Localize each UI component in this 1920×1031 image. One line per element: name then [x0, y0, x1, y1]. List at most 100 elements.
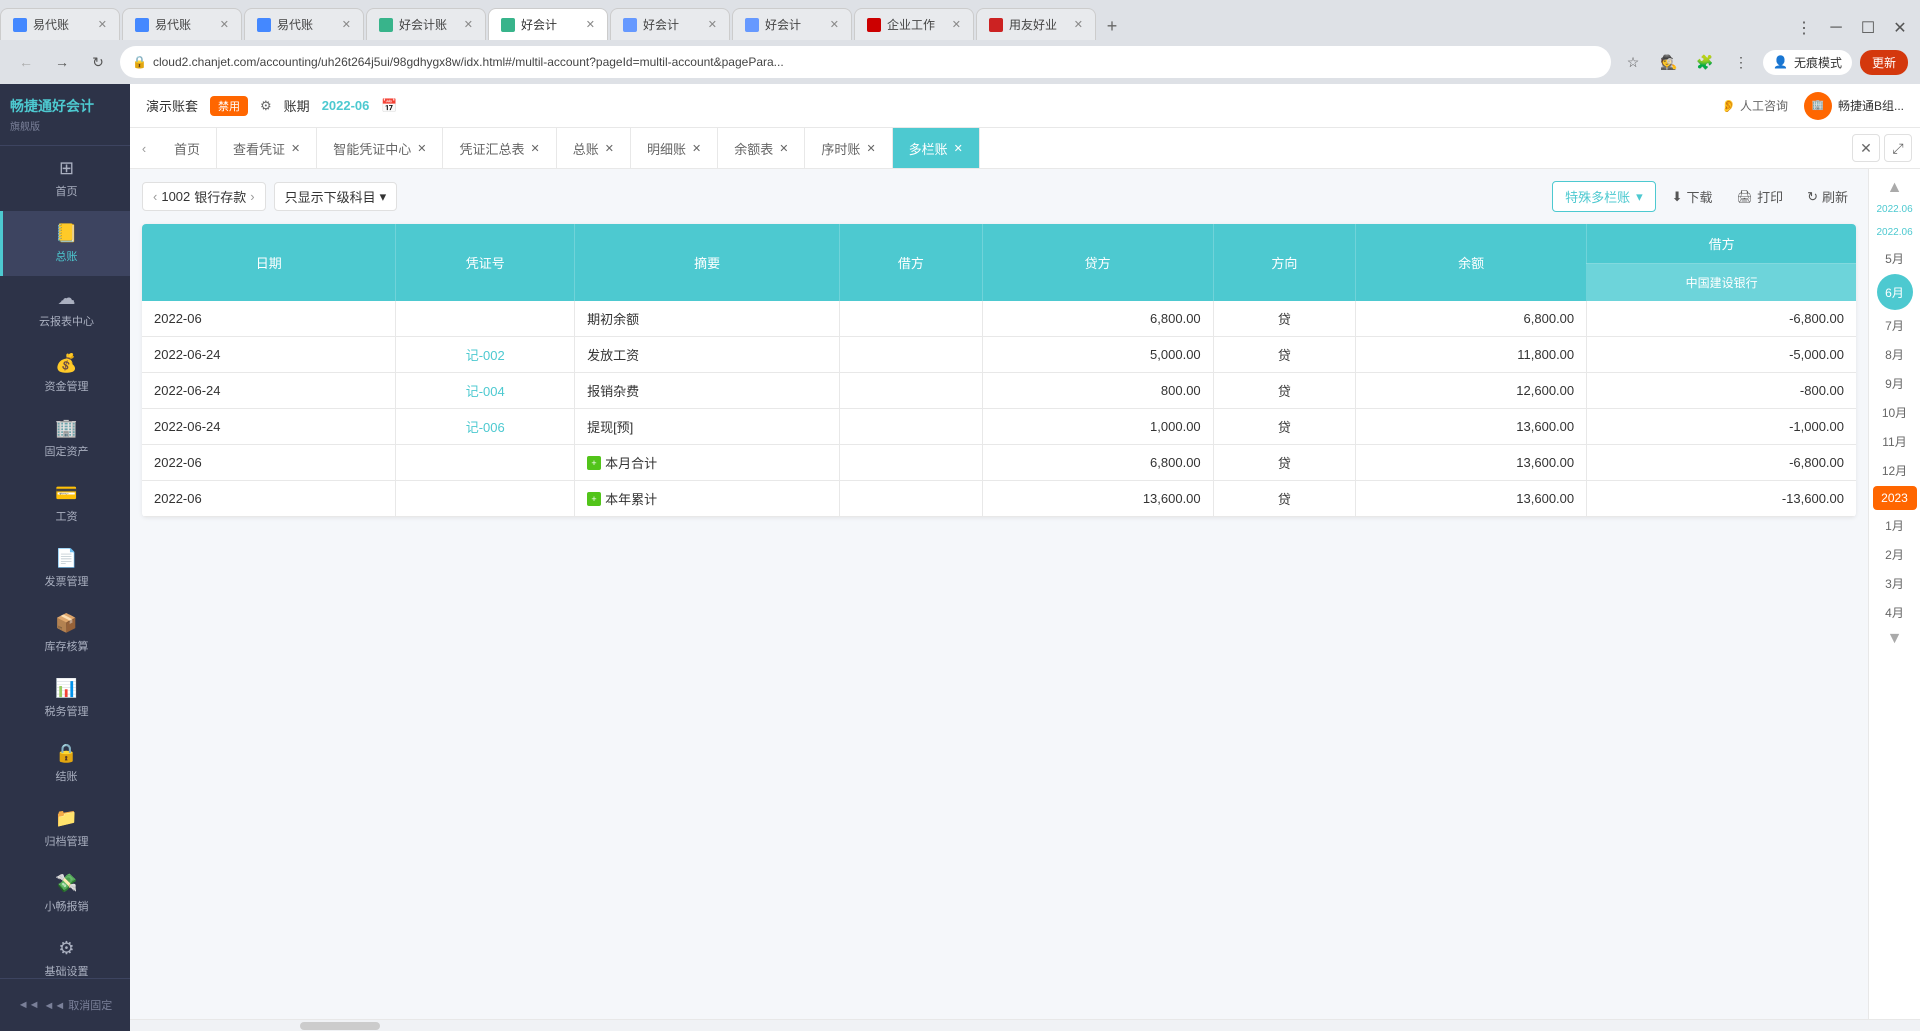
horizontal-scrollbar[interactable] — [300, 1022, 380, 1030]
tab-general-ledger-close[interactable]: ✕ — [605, 142, 614, 155]
tab-close-2[interactable]: ✕ — [220, 18, 229, 31]
print-button[interactable]: 🖨 打印 — [1729, 182, 1792, 211]
demo-badge[interactable]: 禁用 — [210, 96, 248, 116]
month-item-5[interactable]: 5月 — [1873, 245, 1917, 272]
sidebar-item-general-ledger[interactable]: 📒 总账 — [0, 211, 130, 276]
tab-balance-close[interactable]: ✕ — [779, 142, 788, 155]
close-button[interactable]: ✕ — [1888, 16, 1912, 40]
url-bar[interactable]: 🔒 cloud2.chanjet.com/accounting/uh26t264… — [120, 46, 1611, 78]
tab-home[interactable]: 首页 — [158, 128, 217, 168]
sidebar-item-expense[interactable]: 💸 小畅报销 — [0, 861, 130, 926]
tab-voucher-view[interactable]: 查看凭证 ✕ — [217, 128, 317, 168]
extensions-icon[interactable]: 🧩 — [1691, 48, 1719, 76]
cell-voucher-3[interactable]: 记-004 — [396, 373, 575, 409]
month-item-2023-2[interactable]: 2月 — [1873, 541, 1917, 568]
sidebar-item-tax[interactable]: 📊 税务管理 — [0, 666, 130, 731]
month-item-2023-4[interactable]: 4月 — [1873, 599, 1917, 626]
month-item-8[interactable]: 8月 — [1873, 341, 1917, 368]
browser-tab-9[interactable]: 用友好业 ✕ — [976, 8, 1096, 40]
panel-close-button[interactable]: ✕ — [1852, 134, 1880, 162]
voucher-link-2[interactable]: 记-002 — [466, 348, 505, 363]
tab-close-5[interactable]: ✕ — [586, 18, 595, 31]
help-button[interactable]: 👂 人工咨询 — [1721, 97, 1788, 114]
browser-menu-icon[interactable]: ⋮ — [1727, 48, 1755, 76]
browser-tab-3[interactable]: 易代账 ✕ — [244, 8, 364, 40]
minimize-button[interactable]: ─ — [1824, 16, 1848, 40]
tab-multi-column[interactable]: 多栏账 ✕ — [893, 128, 980, 168]
incognito-icon[interactable]: 🕵 — [1655, 48, 1683, 76]
tab-detail-ledger-close[interactable]: ✕ — [692, 142, 701, 155]
browser-tab-5[interactable]: 好会计 ✕ — [488, 8, 608, 40]
new-tab-button[interactable]: + — [1098, 12, 1126, 40]
panel-expand-button[interactable]: ⤢ — [1884, 134, 1912, 162]
cell-voucher-2[interactable]: 记-002 — [396, 337, 575, 373]
month-item-9[interactable]: 9月 — [1873, 370, 1917, 397]
month-item-2023-1[interactable]: 1月 — [1873, 512, 1917, 539]
unpin-button[interactable]: ◄◄ ◄◄ 取消固定 — [8, 991, 122, 1019]
voucher-link-3[interactable]: 记-004 — [466, 384, 505, 399]
tab-sequential[interactable]: 序时账 ✕ — [805, 128, 892, 168]
sidebar-item-salary[interactable]: 💳 工资 — [0, 471, 130, 536]
tab-scroll-left[interactable]: ‹ — [130, 128, 158, 168]
panel-scroll-up[interactable]: ▲ — [1879, 177, 1911, 199]
tab-close-7[interactable]: ✕ — [830, 18, 839, 31]
reload-button[interactable]: ↻ — [84, 48, 112, 76]
maximize-button[interactable]: ☐ — [1856, 16, 1880, 40]
tab-voucher-summary[interactable]: 凭证汇总表 ✕ — [443, 128, 556, 168]
sidebar-item-fund-mgmt[interactable]: 💰 资金管理 — [0, 341, 130, 406]
browser-tab-7[interactable]: 好会计 ✕ — [732, 8, 852, 40]
special-ledger-button[interactable]: 特殊多栏账 ▾ — [1552, 181, 1656, 212]
month-item-6[interactable]: 6月 — [1877, 274, 1913, 310]
year-item-2023[interactable]: 2023 — [1873, 486, 1917, 510]
sidebar-item-closing[interactable]: 🔒 结账 — [0, 731, 130, 796]
tab-smart-voucher[interactable]: 智能凭证中心 ✕ — [317, 128, 443, 168]
tab-balance[interactable]: 余额表 ✕ — [718, 128, 805, 168]
month-item-2022-06-a[interactable]: 2022.06 — [1873, 199, 1917, 220]
settings-gear-icon[interactable]: ⚙ — [260, 98, 272, 114]
refresh-button[interactable]: ↻ 刷新 — [1799, 182, 1856, 211]
sidebar-item-invoice[interactable]: 📄 发票管理 — [0, 536, 130, 601]
bookmark-icon[interactable]: ☆ — [1619, 48, 1647, 76]
sidebar-item-inventory[interactable]: 📦 库存核算 — [0, 601, 130, 666]
tab-close-8[interactable]: ✕ — [952, 18, 961, 31]
browser-tab-6[interactable]: 好会计 ✕ — [610, 8, 730, 40]
month-item-10[interactable]: 10月 — [1873, 399, 1917, 426]
panel-scroll-down[interactable]: ▼ — [1879, 628, 1911, 650]
browser-tab-1[interactable]: 易代账 ✕ — [0, 8, 120, 40]
cell-voucher-4[interactable]: 记-006 — [396, 409, 575, 445]
sidebar-item-archive[interactable]: 📁 归档管理 — [0, 796, 130, 861]
breadcrumb-prev[interactable]: ‹ — [153, 189, 157, 204]
forward-button[interactable]: → — [48, 48, 76, 76]
month-item-2023-3[interactable]: 3月 — [1873, 570, 1917, 597]
tab-multi-column-close[interactable]: ✕ — [954, 142, 963, 155]
month-item-11[interactable]: 11月 — [1873, 428, 1917, 455]
voucher-link-4[interactable]: 记-006 — [466, 420, 505, 435]
calendar-icon[interactable]: 📅 — [381, 98, 397, 114]
sidebar-item-home[interactable]: ⊞ 首页 — [0, 146, 130, 211]
tab-close-3[interactable]: ✕ — [342, 18, 351, 31]
sidebar-item-settings[interactable]: ⚙ 基础设置 — [0, 926, 130, 978]
sidebar-item-fixed-assets[interactable]: 🏢 固定资产 — [0, 406, 130, 471]
browser-tab-8[interactable]: 企业工作 ✕ — [854, 8, 974, 40]
tab-smart-voucher-close[interactable]: ✕ — [417, 142, 426, 155]
browser-tab-4[interactable]: 好会计账 ✕ — [366, 8, 486, 40]
tab-general-ledger[interactable]: 总账 ✕ — [557, 128, 631, 168]
tab-close-1[interactable]: ✕ — [98, 18, 107, 31]
download-button[interactable]: ⬇ 下载 — [1664, 182, 1721, 211]
tab-close-4[interactable]: ✕ — [464, 18, 473, 31]
browser-tab-2[interactable]: 易代账 ✕ — [122, 8, 242, 40]
filter-dropdown[interactable]: 只显示下级科目 ▾ — [274, 182, 398, 211]
tab-list-button[interactable]: ⋮ — [1792, 16, 1816, 40]
tab-sequential-close[interactable]: ✕ — [866, 142, 875, 155]
tab-voucher-summary-close[interactable]: ✕ — [531, 142, 540, 155]
month-item-7[interactable]: 7月 — [1873, 312, 1917, 339]
tab-close-9[interactable]: ✕ — [1074, 18, 1083, 31]
breadcrumb-next[interactable]: › — [250, 189, 254, 204]
tab-detail-ledger[interactable]: 明细账 ✕ — [631, 128, 718, 168]
month-item-2022-06-b[interactable]: 2022.06 — [1873, 222, 1917, 243]
profile-button[interactable]: 👤 无痕模式 — [1763, 50, 1852, 75]
month-item-12[interactable]: 12月 — [1873, 457, 1917, 484]
tab-close-6[interactable]: ✕ — [708, 18, 717, 31]
update-button[interactable]: 更新 — [1860, 50, 1908, 75]
back-button[interactable]: ← — [12, 48, 40, 76]
